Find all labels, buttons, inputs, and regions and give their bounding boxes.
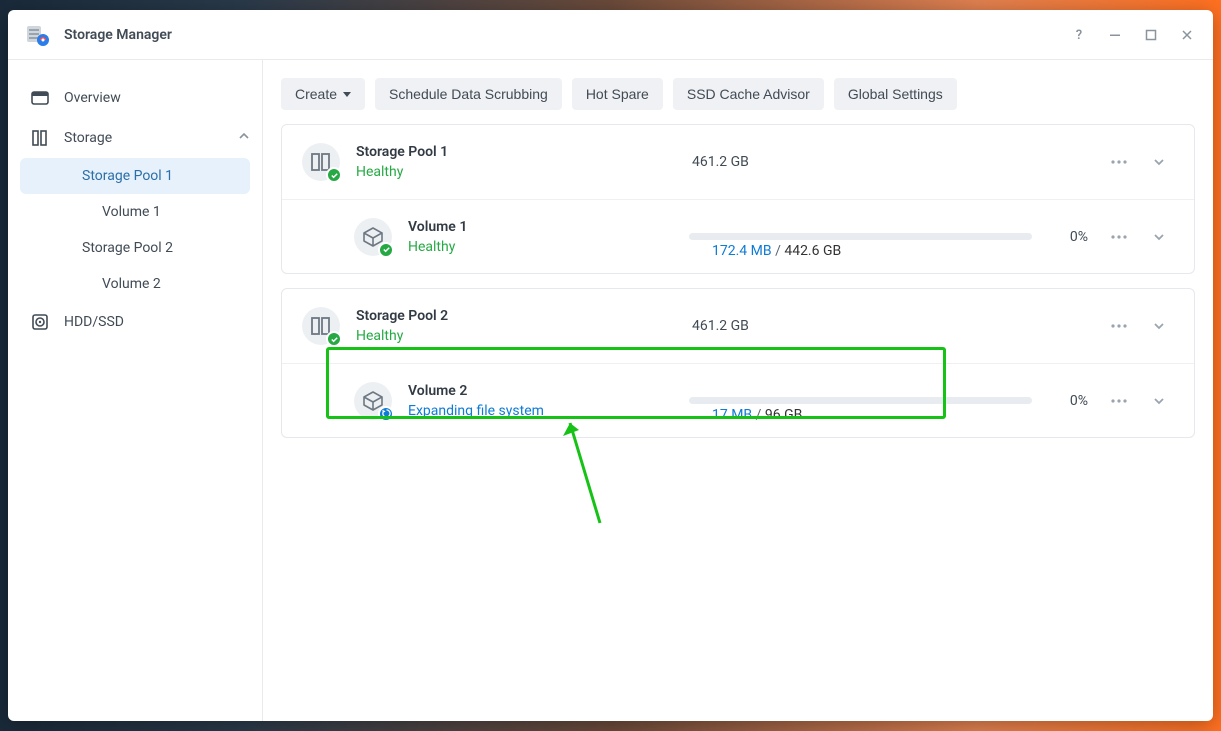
sidebar-item-overview[interactable]: Overview <box>8 78 262 118</box>
total-size: 442.6 GB <box>784 243 841 259</box>
used-size[interactable]: 17 MB <box>712 407 752 423</box>
sidebar: Overview Storage Storage Pool 1 Volume 1… <box>8 60 263 721</box>
chevron-up-icon <box>238 130 250 146</box>
expand-toggle-button[interactable] <box>1144 311 1174 341</box>
usage-percent: 0% <box>1048 229 1088 245</box>
more-actions-button[interactable] <box>1104 386 1134 416</box>
volume-2-row[interactable]: Volume 2 Expanding file system 0% <box>282 363 1194 437</box>
sidebar-item-label: Storage <box>64 130 112 146</box>
healthy-badge-icon <box>326 331 342 347</box>
pool-status: Healthy <box>356 328 676 344</box>
pool-capacity: 461.2 GB <box>692 318 892 334</box>
sidebar-item-storage[interactable]: Storage <box>8 118 262 158</box>
button-label: Global Settings <box>848 86 943 102</box>
caret-down-icon <box>343 92 351 97</box>
button-label: Hot Spare <box>586 86 649 102</box>
more-actions-button[interactable] <box>1104 311 1134 341</box>
sidebar-item-volume-2[interactable]: Volume 2 <box>20 266 250 302</box>
pool-name: Storage Pool 1 <box>356 144 676 160</box>
global-settings-button[interactable]: Global Settings <box>834 78 957 110</box>
minimize-button[interactable] <box>1101 21 1129 49</box>
volume-icon <box>354 382 392 420</box>
button-label: Create <box>295 86 337 102</box>
more-actions-button[interactable] <box>1104 147 1134 177</box>
volume-status: Healthy <box>408 239 673 255</box>
close-button[interactable] <box>1173 21 1201 49</box>
sidebar-item-hdd-ssd[interactable]: HDD/SSD <box>8 302 262 342</box>
healthy-badge-icon <box>326 167 342 183</box>
pool-capacity: 461.2 GB <box>692 154 892 170</box>
maximize-button[interactable] <box>1137 21 1165 49</box>
storage-pool-icon <box>302 307 340 345</box>
storage-pool-2-row[interactable]: Storage Pool 2 Healthy 461.2 GB <box>282 289 1194 363</box>
expand-toggle-button[interactable] <box>1144 222 1174 252</box>
volume-usage-text: 172.4 MB / 442.6 GB <box>712 243 841 259</box>
total-size: 96 GB <box>765 407 802 423</box>
titlebar: Storage Manager ? <box>8 10 1213 60</box>
app-icon <box>26 23 50 47</box>
hot-spare-button[interactable]: Hot Spare <box>572 78 663 110</box>
volume-name: Volume 2 <box>408 383 673 399</box>
main-content: Create Schedule Data Scrubbing Hot Spare… <box>263 60 1213 721</box>
expand-toggle-button[interactable] <box>1144 386 1174 416</box>
sidebar-item-label: Volume 2 <box>102 276 161 292</box>
storage-icon <box>30 128 50 148</box>
schedule-scrubbing-button[interactable]: Schedule Data Scrubbing <box>375 78 562 110</box>
hdd-icon <box>30 312 50 332</box>
usage-bar <box>689 233 1032 240</box>
usage-bar <box>689 397 1032 404</box>
sync-badge-icon <box>378 406 394 422</box>
volume-name: Volume 1 <box>408 219 673 235</box>
ssd-cache-advisor-button[interactable]: SSD Cache Advisor <box>673 78 824 110</box>
toolbar: Create Schedule Data Scrubbing Hot Spare… <box>281 78 1195 110</box>
sidebar-item-label: Overview <box>64 90 121 106</box>
app-window: Storage Manager ? Overview <box>8 10 1213 721</box>
svg-text:?: ? <box>1076 28 1082 43</box>
volume-status[interactable]: Expanding file system <box>408 403 673 419</box>
create-button[interactable]: Create <box>281 78 365 110</box>
storage-pool-1-card: Storage Pool 1 Healthy 461.2 GB <box>281 124 1195 274</box>
window-title: Storage Manager <box>64 27 1065 43</box>
pool-status: Healthy <box>356 164 676 180</box>
overview-icon <box>30 88 50 108</box>
button-label: Schedule Data Scrubbing <box>389 86 548 102</box>
more-actions-button[interactable] <box>1104 222 1134 252</box>
volume-1-row[interactable]: Volume 1 Healthy 0% <box>282 199 1194 273</box>
sidebar-item-label: Volume 1 <box>102 204 161 220</box>
sidebar-item-label: Storage Pool 1 <box>82 168 173 184</box>
storage-pool-2-card: Storage Pool 2 Healthy 461.2 GB <box>281 288 1195 438</box>
sidebar-item-label: HDD/SSD <box>64 314 124 330</box>
sidebar-item-label: Storage Pool 2 <box>82 240 173 256</box>
storage-pool-1-row[interactable]: Storage Pool 1 Healthy 461.2 GB <box>282 125 1194 199</box>
sidebar-item-volume-1[interactable]: Volume 1 <box>20 194 250 230</box>
healthy-badge-icon <box>378 242 394 258</box>
expand-toggle-button[interactable] <box>1144 147 1174 177</box>
volume-usage-text: 17 MB / 96 GB <box>712 407 802 423</box>
sidebar-item-storage-pool-2[interactable]: Storage Pool 2 <box>20 230 250 266</box>
usage-percent: 0% <box>1048 393 1088 409</box>
sidebar-item-storage-pool-1[interactable]: Storage Pool 1 <box>20 158 250 194</box>
button-label: SSD Cache Advisor <box>687 86 810 102</box>
volume-icon <box>354 218 392 256</box>
used-size[interactable]: 172.4 MB <box>712 243 772 259</box>
storage-pool-icon <box>302 143 340 181</box>
pool-name: Storage Pool 2 <box>356 308 676 324</box>
help-button[interactable]: ? <box>1065 21 1093 49</box>
